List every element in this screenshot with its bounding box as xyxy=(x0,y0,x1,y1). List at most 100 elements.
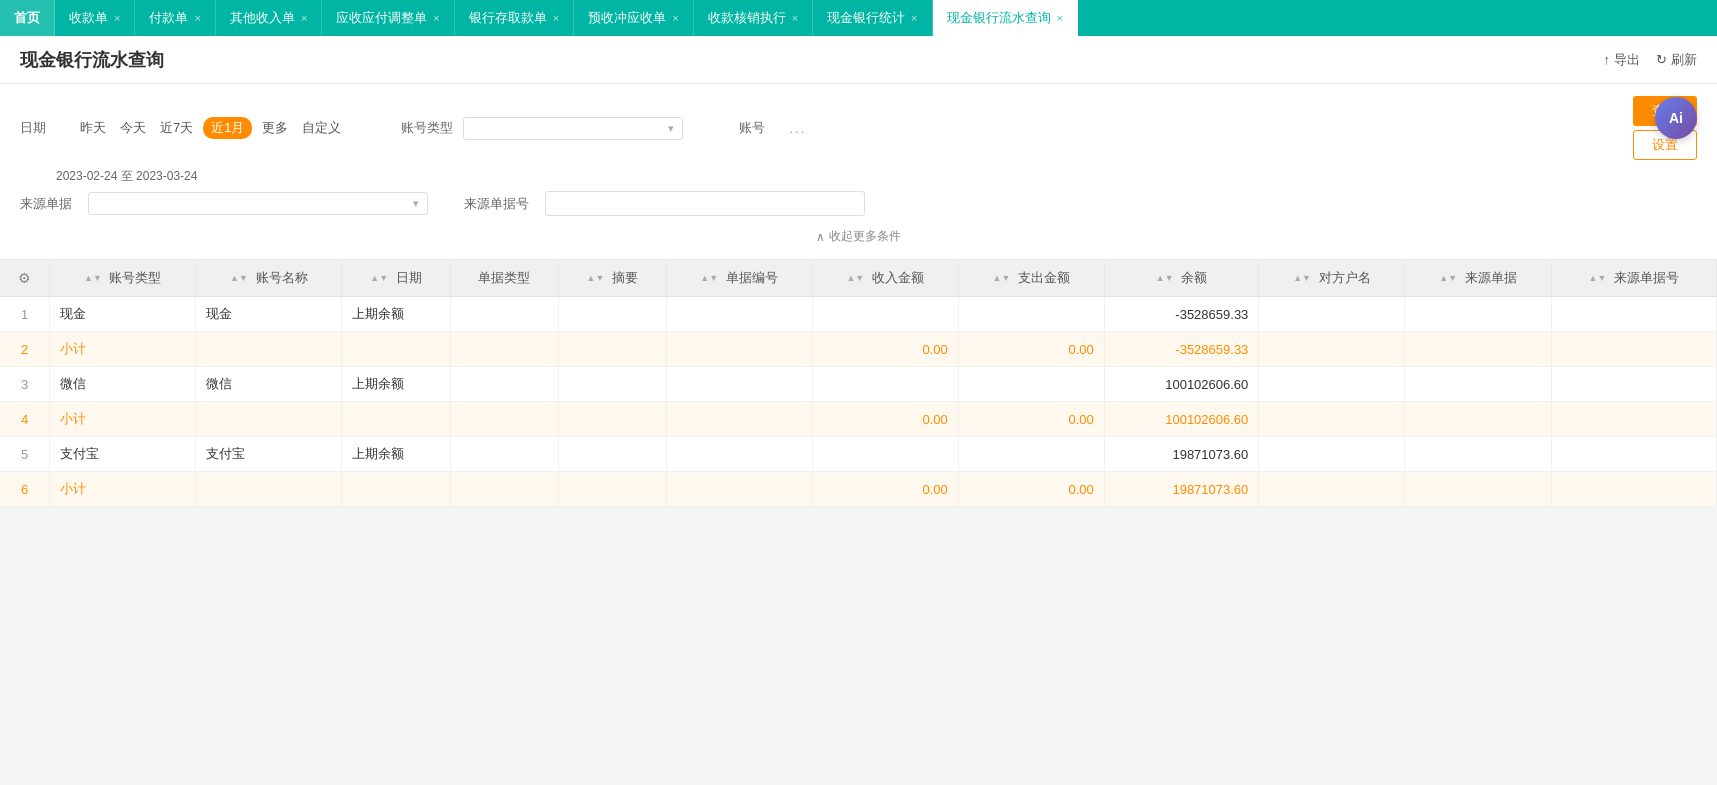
col-doc-no-label: 单据编号 xyxy=(726,270,778,285)
dropdown-arrow-icon: ▾ xyxy=(668,122,674,135)
cell-expense: 0.00 xyxy=(958,402,1104,437)
table-row: 5支付宝支付宝上期余额19871073.60 xyxy=(0,437,1717,472)
col-date-label: 日期 xyxy=(396,270,422,285)
cell-source-doc xyxy=(1405,472,1551,507)
ai-label: Ai xyxy=(1669,110,1683,126)
close-icon[interactable]: × xyxy=(433,12,439,24)
cell-counterpart xyxy=(1259,332,1405,367)
cell-summary xyxy=(559,297,667,332)
date-btn-custom[interactable]: 自定义 xyxy=(298,117,345,139)
export-button[interactable]: ↑ 导出 xyxy=(1604,51,1641,69)
nav-tab-fukuandan[interactable]: 付款单 × xyxy=(135,0,215,36)
tab-label: 现金银行统计 xyxy=(827,9,905,27)
sort-arrows-icon: ▲▼ xyxy=(846,274,864,283)
nav-tab-xianjinyinhang[interactable]: 现金银行统计 × xyxy=(813,0,932,36)
nav-home[interactable]: 首页 xyxy=(0,0,55,36)
nav-tab-liushui[interactable]: 现金银行流水查询 × xyxy=(933,0,1078,36)
cell-source-doc-no xyxy=(1551,437,1716,472)
close-icon[interactable]: × xyxy=(553,12,559,24)
date-btn-more[interactable]: 更多 xyxy=(258,117,292,139)
nav-tab-yinhangcunqu[interactable]: 银行存取款单 × xyxy=(455,0,574,36)
cell-source-doc xyxy=(1405,402,1551,437)
nav-tab-shoukuanxiaosuo[interactable]: 收款核销执行 × xyxy=(694,0,813,36)
close-icon[interactable]: × xyxy=(792,12,798,24)
col-summary[interactable]: ▲▼ 摘要 xyxy=(559,260,667,297)
gear-settings-icon[interactable]: ⚙ xyxy=(18,270,31,286)
cell-doc-type xyxy=(450,367,558,402)
close-icon[interactable]: × xyxy=(114,12,120,24)
close-icon[interactable]: × xyxy=(1057,12,1063,24)
col-income-label: 收入金额 xyxy=(872,270,924,285)
cell-expense xyxy=(958,367,1104,402)
col-counterpart[interactable]: ▲▼ 对方户名 xyxy=(1259,260,1405,297)
cell-account-name xyxy=(196,472,342,507)
row-number: 3 xyxy=(0,367,50,402)
close-icon[interactable]: × xyxy=(672,12,678,24)
close-icon[interactable]: × xyxy=(301,12,307,24)
refresh-icon: ↻ xyxy=(1656,52,1667,67)
cell-date: 上期余额 xyxy=(342,297,450,332)
collapse-label: 收起更多条件 xyxy=(829,228,901,245)
cell-doc-no xyxy=(666,367,812,402)
date-btn-month[interactable]: 近1月 xyxy=(203,117,252,139)
source-doc-no-label: 来源单据号 xyxy=(464,195,529,213)
cell-source-doc xyxy=(1405,437,1551,472)
cell-date xyxy=(342,472,450,507)
header-actions: ↑ 导出 ↻ 刷新 xyxy=(1604,51,1698,69)
source-doc-no-input[interactable] xyxy=(545,191,865,216)
cell-source-doc-no xyxy=(1551,332,1716,367)
account-type-label: 账号类型 xyxy=(401,119,453,137)
sort-arrows-icon: ▲▼ xyxy=(1589,274,1607,283)
sort-arrows-icon: ▲▼ xyxy=(587,274,605,283)
cell-balance: -3528659.33 xyxy=(1104,332,1259,367)
collapse-arrow-icon: ∧ xyxy=(816,230,825,244)
col-doc-type[interactable]: 单据类型 xyxy=(450,260,558,297)
cell-source-doc xyxy=(1405,367,1551,402)
nav-tab-qitashouru[interactable]: 其他收入单 × xyxy=(216,0,322,36)
close-icon[interactable]: × xyxy=(194,12,200,24)
collapse-bar[interactable]: ∧ 收起更多条件 xyxy=(20,224,1697,251)
col-account-name[interactable]: ▲▼ 账号名称 xyxy=(196,260,342,297)
cell-account-name xyxy=(196,402,342,437)
cell-doc-no xyxy=(666,402,812,437)
col-source-doc[interactable]: ▲▼ 来源单据 xyxy=(1405,260,1551,297)
account-ellipsis[interactable]: ... xyxy=(789,121,806,136)
nav-tab-yushouchong[interactable]: 预收冲应收单 × xyxy=(574,0,693,36)
nav-home-label: 首页 xyxy=(14,9,40,27)
ai-assistant-button[interactable]: Ai xyxy=(1655,97,1697,139)
col-income[interactable]: ▲▼ 收入金额 xyxy=(812,260,958,297)
date-btn-week[interactable]: 近7天 xyxy=(156,117,197,139)
nav-tab-shoukuandan[interactable]: 收款单 × xyxy=(55,0,135,36)
cell-counterpart xyxy=(1259,297,1405,332)
sort-arrows-icon: ▲▼ xyxy=(1293,274,1311,283)
cell-summary xyxy=(559,472,667,507)
refresh-label: 刷新 xyxy=(1671,51,1697,69)
cell-income: 0.00 xyxy=(812,332,958,367)
cell-balance: 19871073.60 xyxy=(1104,472,1259,507)
cell-balance: 100102606.60 xyxy=(1104,367,1259,402)
source-doc-select[interactable]: ▾ xyxy=(88,192,428,215)
col-source-doc-no[interactable]: ▲▼ 来源单据号 xyxy=(1551,260,1716,297)
nav-tab-yingshouyingfu[interactable]: 应收应付调整单 × xyxy=(322,0,454,36)
export-label: 导出 xyxy=(1614,51,1640,69)
col-balance[interactable]: ▲▼ 余额 xyxy=(1104,260,1259,297)
col-account-type[interactable]: ▲▼ 账号类型 xyxy=(50,260,196,297)
date-btn-yesterday[interactable]: 昨天 xyxy=(76,117,110,139)
refresh-button[interactable]: ↻ 刷新 xyxy=(1656,51,1697,69)
cell-doc-type xyxy=(450,332,558,367)
col-doc-type-label: 单据类型 xyxy=(478,270,530,285)
date-shortcuts: 昨天 今天 近7天 近1月 更多 自定义 xyxy=(76,117,345,139)
account-type-select[interactable]: ▾ xyxy=(463,117,683,140)
col-account-name-label: 账号名称 xyxy=(256,270,308,285)
cell-account-type: 小计 xyxy=(50,402,196,437)
cell-expense: 0.00 xyxy=(958,472,1104,507)
col-doc-no[interactable]: ▲▼ 单据编号 xyxy=(666,260,812,297)
col-source-doc-label: 来源单据 xyxy=(1465,270,1517,285)
col-expense[interactable]: ▲▼ 支出金额 xyxy=(958,260,1104,297)
sort-arrows-icon: ▲▼ xyxy=(84,274,102,283)
date-btn-today[interactable]: 今天 xyxy=(116,117,150,139)
cell-summary xyxy=(559,332,667,367)
table-area: ⚙ ▲▼ 账号类型 ▲▼ 账号名称 ▲▼ 日期 单据类型 ▲▼ xyxy=(0,260,1717,507)
close-icon[interactable]: × xyxy=(911,12,917,24)
col-date[interactable]: ▲▼ 日期 xyxy=(342,260,450,297)
